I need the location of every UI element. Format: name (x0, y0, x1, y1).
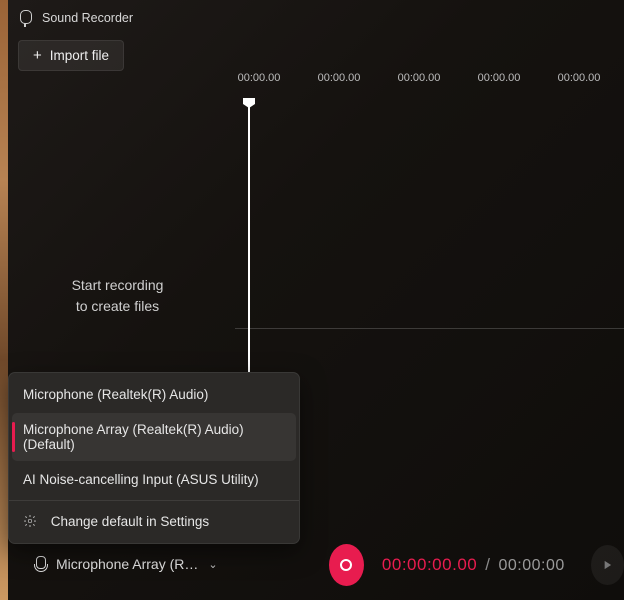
gear-icon (23, 514, 37, 528)
play-button[interactable] (591, 545, 624, 585)
time-elapsed: 00:00:00.00 (382, 555, 477, 575)
timecode: 00:00:00.00 / 00:00:00 (382, 555, 565, 575)
time-ruler[interactable]: 00:00.00 00:00.00 00:00.00 00:00.00 00:0… (235, 72, 624, 102)
ruler-tick: 00:00.00 (398, 72, 441, 84)
record-button[interactable] (329, 544, 364, 586)
mic-menu-item[interactable]: Microphone (Realtek(R) Audio) (9, 377, 299, 412)
import-file-button[interactable]: + Import file (18, 40, 124, 71)
play-icon (600, 558, 614, 572)
mic-menu-item-label: AI Noise-cancelling Input (ASUS Utility) (23, 472, 259, 487)
import-file-label: Import file (50, 48, 109, 63)
ruler-tick: 00:00.00 (558, 72, 601, 84)
mic-device-menu: Microphone (Realtek(R) Audio) Microphone… (8, 372, 300, 544)
mic-menu-item[interactable]: AI Noise-cancelling Input (ASUS Utility) (9, 462, 299, 497)
ruler-tick: 00:00.00 (478, 72, 521, 84)
app-title: Sound Recorder (42, 11, 133, 25)
mic-menu-settings-item[interactable]: Change default in Settings (9, 504, 299, 539)
time-separator: / (485, 555, 490, 575)
mic-menu-item-selected[interactable]: Microphone Array (Realtek(R) Audio) (Def… (12, 413, 296, 461)
playhead[interactable] (248, 106, 250, 396)
empty-line-1: Start recording (72, 275, 164, 296)
microphone-icon (34, 556, 46, 572)
ruler-tick: 00:00.00 (318, 72, 361, 84)
chevron-down-icon: ⌄ (208, 558, 217, 571)
titlebar: Sound Recorder (0, 0, 235, 34)
app-window: Sound Recorder + Import file Start recor… (0, 0, 624, 600)
waveform-baseline (235, 328, 624, 329)
app-icon (18, 10, 32, 26)
time-total: 00:00:00 (498, 557, 564, 575)
record-icon (340, 559, 352, 571)
mic-menu-item-label: Microphone Array (Realtek(R) Audio) (Def… (23, 422, 244, 452)
menu-separator (9, 500, 299, 501)
mic-selector-label: Microphone Array (R… (56, 556, 198, 572)
empty-line-2: to create files (76, 296, 159, 317)
ruler-tick: 00:00.00 (238, 72, 281, 84)
mic-menu-settings-label: Change default in Settings (51, 514, 209, 529)
mic-selector-button[interactable]: Microphone Array (R… ⌄ (26, 550, 226, 578)
plus-icon: + (33, 48, 42, 63)
mic-menu-item-label: Microphone (Realtek(R) Audio) (23, 387, 208, 402)
